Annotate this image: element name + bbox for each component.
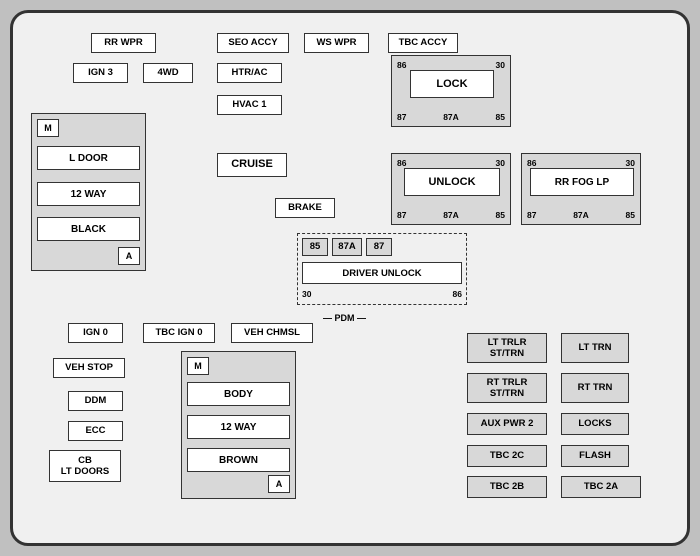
tbc-accy-box: TBC ACCY — [388, 33, 458, 53]
ldoor-12way: 12 WAY — [37, 182, 140, 206]
rr-wpr-box: RR WPR — [91, 33, 156, 53]
du-85: 85 — [302, 238, 328, 256]
tbc-2c-box: TBC 2C — [467, 445, 547, 467]
tbc-2b-box: TBC 2B — [467, 476, 547, 498]
body-12way: 12 WAY — [187, 415, 290, 439]
tbc-2a-box: TBC 2A — [561, 476, 641, 498]
ldoor-label: L DOOR — [37, 146, 140, 170]
ldoor-a: A — [118, 247, 140, 265]
diagram-container: RR WPR SEO ACCY WS WPR TBC ACCY IGN 3 4W… — [10, 10, 690, 546]
du-87: 87 — [366, 238, 392, 256]
fog-85: 85 — [626, 210, 635, 220]
body-a: A — [268, 475, 290, 493]
du-30: 30 — [302, 289, 311, 299]
ldoor-m: M — [37, 119, 59, 137]
unlock-85: 85 — [496, 210, 505, 220]
rr-fog-relay-block: 86 30 RR FOG LP 87 87A 85 — [521, 153, 641, 225]
du-86: 86 — [453, 289, 462, 299]
lock-relay-block: 86 30 LOCK 87 87A 85 — [391, 55, 511, 127]
lock-85: 85 — [496, 112, 505, 122]
fog-30: 30 — [626, 158, 635, 168]
veh-chmsl-box: VEH CHMSL — [231, 323, 313, 343]
unlock-87a: 87A — [443, 210, 459, 220]
lock-30: 30 — [496, 60, 505, 70]
driver-unlock-label: DRIVER UNLOCK — [302, 262, 462, 284]
du-87a: 87A — [332, 238, 362, 256]
veh-stop-box: VEH STOP — [53, 358, 125, 378]
rt-trlr-st-trn-box: RT TRLR ST/TRN — [467, 373, 547, 403]
ign3-box: IGN 3 — [73, 63, 128, 83]
body-block: M BODY 12 WAY BROWN A — [181, 351, 296, 499]
aux-pwr2-box: AUX PWR 2 — [467, 413, 547, 435]
unlock-30: 30 — [496, 158, 505, 168]
lock-label: LOCK — [410, 70, 494, 98]
driver-unlock-block: 85 87A 87 DRIVER UNLOCK 30 86 — [297, 233, 467, 305]
brake-box: BRAKE — [275, 198, 335, 218]
seo-accy-box: SEO ACCY — [217, 33, 289, 53]
lock-87a: 87A — [443, 112, 459, 122]
unlock-relay-block: 86 30 UNLOCK 87 87A 85 — [391, 153, 511, 225]
ddm-box: DDM — [68, 391, 123, 411]
tbc-ign0-box: TBC IGN 0 — [143, 323, 215, 343]
lt-trn-box: LT TRN — [561, 333, 629, 363]
hvac1-box: HVAC 1 — [217, 95, 282, 115]
fog-label: RR FOG LP — [530, 168, 634, 196]
ign0-box: IGN 0 — [68, 323, 123, 343]
ecc-box: ECC — [68, 421, 123, 441]
fog-87a: 87A — [573, 210, 589, 220]
body-m: M — [187, 357, 209, 375]
unlock-87: 87 — [397, 210, 406, 220]
rt-trn-box: RT TRN — [561, 373, 629, 403]
ldoor-block: M L DOOR 12 WAY BLACK A — [31, 113, 146, 271]
body-brown: BROWN — [187, 448, 290, 472]
pdm-label: — PDM — — [323, 313, 366, 323]
ws-wpr-box: WS WPR — [304, 33, 369, 53]
cb-lt-doors-box: CB LT DOORS — [49, 450, 121, 482]
unlock-label: UNLOCK — [404, 168, 500, 196]
fog-87: 87 — [527, 210, 536, 220]
htr-ac-box: HTR/AC — [217, 63, 282, 83]
body-label: BODY — [187, 382, 290, 406]
4wd-box: 4WD — [143, 63, 193, 83]
lt-trlr-st-trn-box: LT TRLR ST/TRN — [467, 333, 547, 363]
locks-box: LOCKS — [561, 413, 629, 435]
cruise-box: CRUISE — [217, 153, 287, 177]
fog-86: 86 — [527, 158, 536, 168]
lock-86: 86 — [397, 60, 406, 70]
unlock-86: 86 — [397, 158, 406, 168]
lock-87: 87 — [397, 112, 406, 122]
flash-box: FLASH — [561, 445, 629, 467]
ldoor-black: BLACK — [37, 217, 140, 241]
